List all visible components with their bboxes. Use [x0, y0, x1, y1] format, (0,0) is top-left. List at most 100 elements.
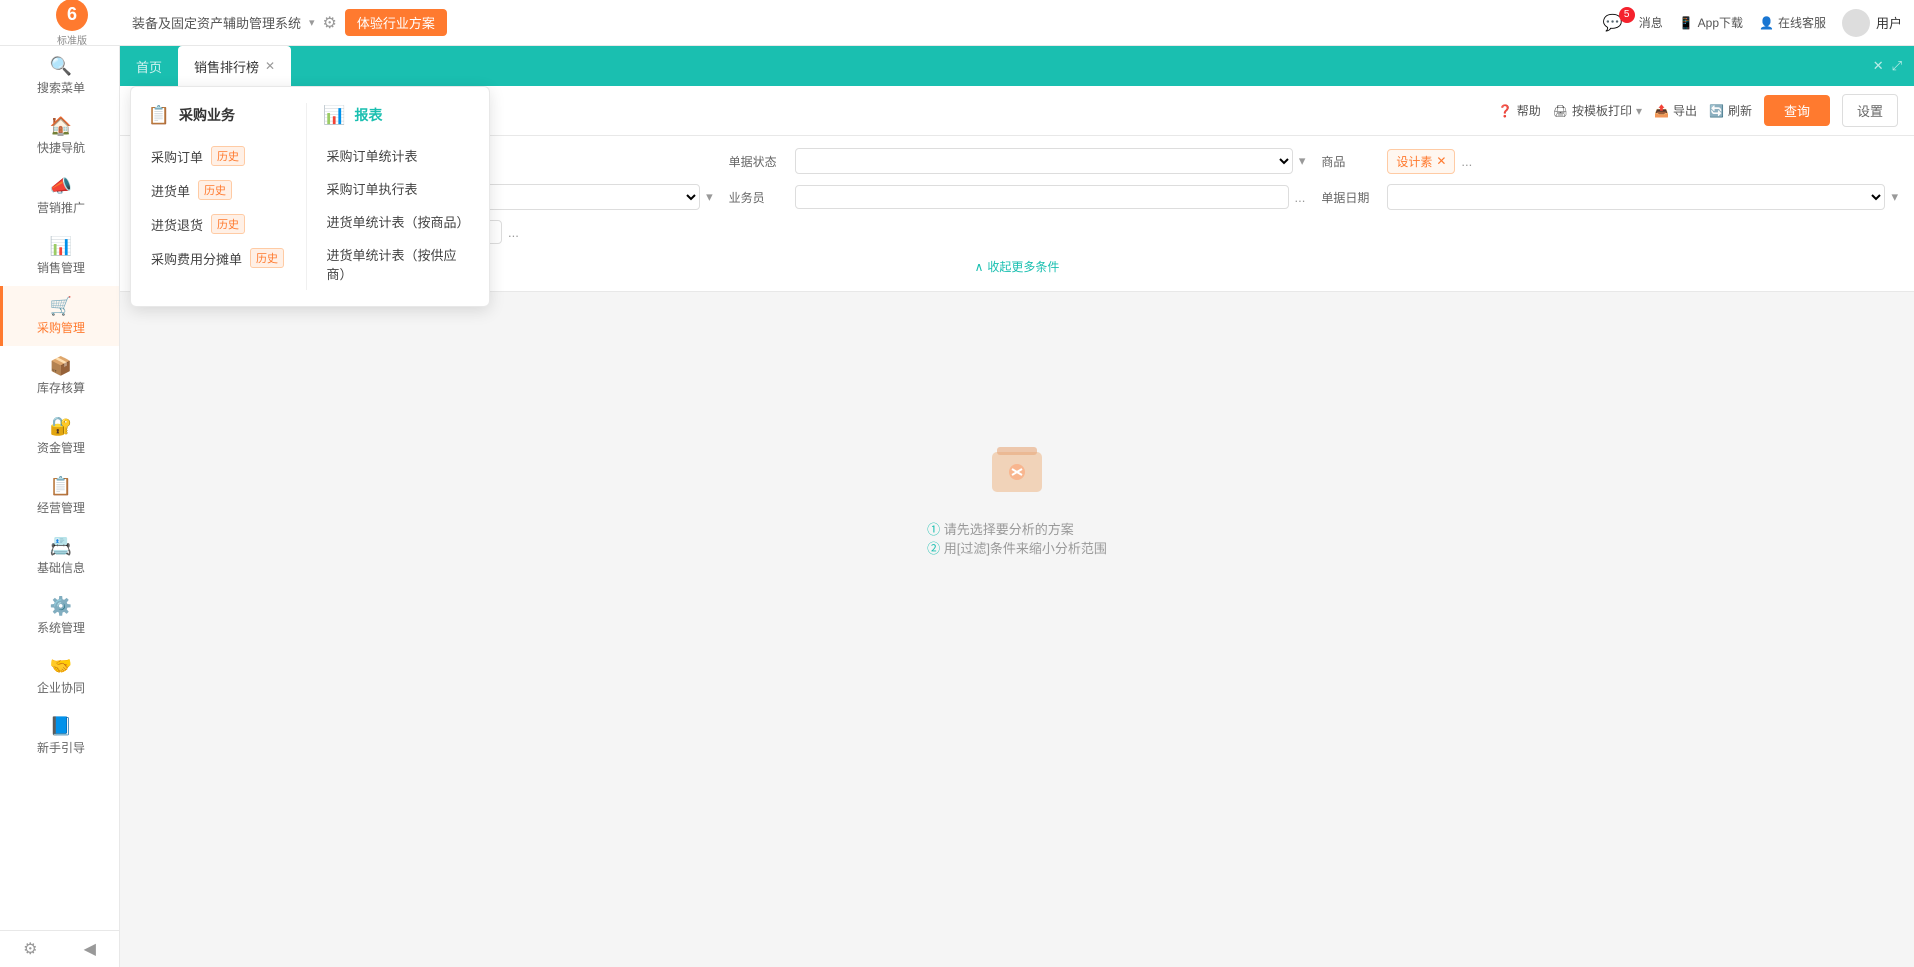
basic-icon: 📇: [50, 536, 72, 557]
query-button[interactable]: 查询: [1764, 95, 1830, 126]
report-header-icon: 📊: [323, 103, 347, 127]
tab-home[interactable]: 首页: [120, 46, 178, 86]
sidebar-label-basic: 基础信息: [37, 559, 85, 576]
collapse-up-icon: ∧: [975, 260, 984, 274]
goods-tag-remove[interactable]: ✕: [1436, 154, 1446, 168]
goods-more-dots[interactable]: ...: [1461, 154, 1472, 169]
sidebar-bottom: ⚙ ◀: [0, 930, 119, 967]
refresh-action[interactable]: 🔄 刷新: [1709, 102, 1752, 119]
print-action[interactable]: 🖨 按模板打印 ▾: [1553, 102, 1642, 119]
sidebar-item-purchase[interactable]: 🛒 采购管理: [0, 286, 119, 346]
salesperson-input[interactable]: [795, 185, 1289, 209]
phone-icon: 📱: [1679, 16, 1694, 30]
history-tag-return[interactable]: 历史: [211, 214, 245, 234]
purchase-icon: 🛒: [50, 296, 72, 317]
dropdown-item-receipt[interactable]: 进货单 历史: [147, 173, 298, 207]
user-avatar: [1842, 9, 1870, 37]
history-tag-receipt[interactable]: 历史: [198, 180, 232, 200]
window-expand-icon[interactable]: ⤢: [1892, 58, 1902, 74]
status-label: 单据状态: [729, 153, 789, 170]
online-service-label: 在线客服: [1778, 14, 1826, 31]
messages-action[interactable]: 💬 5 消息: [1603, 13, 1663, 33]
customer-more-dots[interactable]: ...: [508, 225, 519, 240]
dropdown-item-report-receipt-goods[interactable]: 进货单统计表（按商品）: [323, 205, 474, 238]
dropdown-item-label-return: 进货退货: [151, 215, 203, 234]
system-name[interactable]: 装备及固定资产辅助管理系统: [132, 13, 301, 32]
dropdown-item-return[interactable]: 进货退货 历史: [147, 207, 298, 241]
date2-select[interactable]: [1387, 184, 1885, 210]
user-area[interactable]: 用户: [1842, 9, 1902, 37]
tab-home-label: 首页: [136, 57, 162, 76]
collapse-button[interactable]: ∧ 收起更多条件: [975, 258, 1060, 275]
dropdown-item-report-order-stat[interactable]: 采购订单统计表: [323, 139, 474, 172]
empty-tips: ① 请先选择要分析的方案 ② 用[过滤]条件来缩小分析范围: [927, 519, 1107, 557]
empty-tip-2: ② 用[过滤]条件来缩小分析范围: [927, 538, 1107, 557]
user-label: 用户: [1876, 13, 1902, 32]
sidebar-settings-icon[interactable]: ⚙: [23, 939, 37, 959]
system-icon: ⚙️: [50, 596, 72, 617]
logo-char: 6: [67, 4, 77, 25]
sidebar-item-enterprise[interactable]: 🤝 企业协同: [0, 646, 119, 706]
app-download-label: App下载: [1698, 14, 1743, 31]
report-order-exec-label: 采购订单执行表: [327, 179, 418, 198]
empty-icon: [967, 427, 1067, 507]
print-dropdown-icon[interactable]: ▾: [1636, 104, 1642, 118]
sidebar-item-nav[interactable]: 🏠 快捷导航: [0, 106, 119, 166]
status-select[interactable]: [795, 148, 1293, 174]
date2-dropdown-icon[interactable]: ▾: [1891, 189, 1898, 205]
status-dots[interactable]: ▾: [1299, 153, 1306, 169]
messages-badge: 5: [1619, 7, 1635, 23]
dropdown-item-report-receipt-supplier[interactable]: 进货单统计表（按供应商）: [323, 238, 474, 290]
dropdown-item-report-order-exec[interactable]: 采购订单执行表: [323, 172, 474, 205]
sidebar-item-search[interactable]: 🔍 搜索菜单: [0, 46, 119, 106]
dropdown-item-purchase-order[interactable]: 采购订单 历史: [147, 139, 298, 173]
sidebar-item-inventory[interactable]: 📦 库存核算: [0, 346, 119, 406]
window-close-icon[interactable]: ✕: [1873, 58, 1884, 74]
export-label: 导出: [1673, 102, 1697, 119]
purchase-header-label: 采购业务: [179, 105, 235, 125]
report-header-label: 报表: [355, 105, 383, 125]
export-action[interactable]: 📤 导出: [1654, 102, 1697, 119]
sidebar-item-basic[interactable]: 📇 基础信息: [0, 526, 119, 586]
sidebar-label-finance: 资金管理: [37, 439, 85, 456]
sidebar-item-marketing[interactable]: 📣 营销推广: [0, 166, 119, 226]
salesperson-more-dots[interactable]: ...: [1295, 190, 1306, 205]
history-tag-expense[interactable]: 历史: [250, 248, 284, 268]
help-label: 帮助: [1517, 102, 1541, 119]
sidebar-label-system: 系统管理: [37, 619, 85, 636]
tab-close-icon[interactable]: ✕: [265, 59, 275, 73]
dropdown-item-expense[interactable]: 采购费用分摊单 历史: [147, 241, 298, 275]
marketing-icon: 📣: [50, 176, 72, 197]
sidebar-item-sales[interactable]: 📊 销售管理: [0, 226, 119, 286]
system-settings-icon[interactable]: ⚙: [323, 13, 337, 33]
sidebar-collapse-icon[interactable]: ◀: [84, 939, 96, 959]
sidebar-label-enterprise: 企业协同: [37, 679, 85, 696]
purchase-header-icon: 📋: [147, 103, 171, 127]
system-dropdown-icon[interactable]: ▾: [309, 16, 315, 29]
home-icon: 🏠: [50, 116, 72, 137]
settings-button[interactable]: 设置: [1842, 94, 1898, 127]
tab-sales-rank[interactable]: 销售排行榜 ✕: [178, 46, 291, 86]
sidebar-item-guide[interactable]: 📘 新手引导: [0, 706, 119, 766]
goods-filter: 商品 设计素 ✕ ...: [1321, 149, 1898, 174]
sidebar-item-finance[interactable]: 🔐 资金管理: [0, 406, 119, 466]
history-tag-purchase-order[interactable]: 历史: [211, 146, 245, 166]
tab-bar: 首页 销售排行榜 ✕ ✕ ⤢: [120, 46, 1914, 86]
tab-window-controls: ✕ ⤢: [1861, 58, 1914, 74]
refresh-label: 刷新: [1728, 102, 1752, 119]
top-header: 6 标准版 装备及固定资产辅助管理系统 ▾ ⚙ 体验行业方案 💬 5 消息 📱 …: [0, 0, 1914, 46]
sidebar-item-system[interactable]: ⚙️ 系统管理: [0, 586, 119, 646]
online-service-action[interactable]: 👤 在线客服: [1759, 14, 1826, 31]
collapse-label: 收起更多条件: [987, 258, 1059, 275]
logo-icon: 6: [56, 0, 88, 31]
print-label: 按模板打印: [1572, 102, 1632, 119]
report-receipt-goods-label: 进货单统计表（按商品）: [327, 212, 470, 231]
app-download-action[interactable]: 📱 App下载: [1679, 14, 1743, 31]
rank-dropdown-icon[interactable]: ▾: [706, 189, 713, 205]
help-action[interactable]: ❓ 帮助: [1498, 102, 1541, 119]
sidebar-item-operations[interactable]: 📋 经营管理: [0, 466, 119, 526]
sidebar-label-search: 搜索菜单: [37, 79, 85, 96]
industry-button[interactable]: 体验行业方案: [345, 9, 447, 36]
operations-icon: 📋: [50, 476, 72, 497]
finance-icon: 🔐: [50, 416, 72, 437]
